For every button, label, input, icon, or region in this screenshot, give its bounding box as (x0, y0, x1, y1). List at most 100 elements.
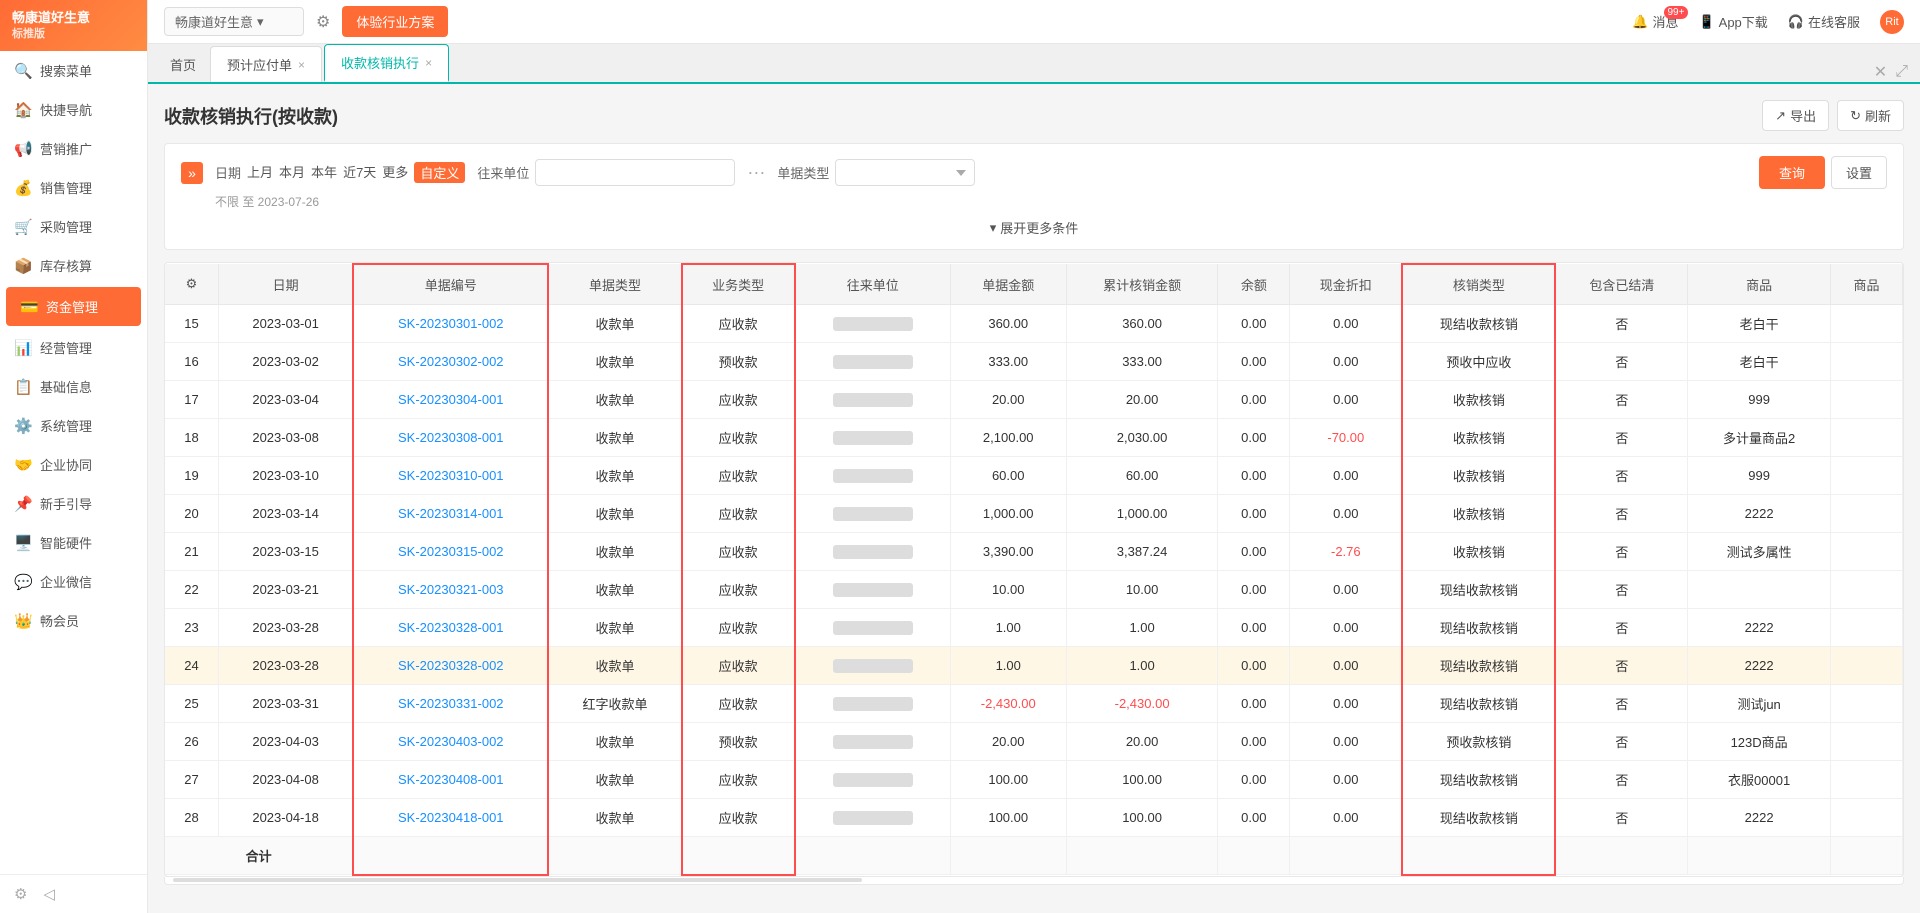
order-num-link[interactable]: SK-20230302-002 (398, 354, 504, 369)
td-balance: 0.00 (1218, 647, 1290, 685)
export-btn[interactable]: ↗ 导出 (1762, 100, 1829, 131)
this-year-btn[interactable]: 本年 (311, 162, 337, 183)
order-num-link[interactable]: SK-20230408-001 (398, 772, 504, 787)
td-no: 21 (165, 533, 219, 571)
td-date: 2023-03-08 (219, 419, 354, 457)
footer-cum-cancel (1066, 837, 1218, 875)
last-month-btn[interactable]: 上月 (247, 162, 273, 183)
td-cancel-type: 收款核销 (1402, 533, 1555, 571)
order-num-link[interactable]: SK-20230315-002 (398, 544, 504, 559)
sidebar-item-finance[interactable]: 💳资金管理 (6, 287, 141, 326)
sidebar-item-member[interactable]: 👑畅会员 (0, 601, 147, 640)
settings-btn[interactable]: 设置 (1831, 156, 1887, 189)
guide-icon: 📌 (14, 495, 32, 513)
company-selector[interactable]: 畅康道好生意 ▾ (164, 7, 304, 36)
custom-btn[interactable]: 自定义 (414, 162, 465, 183)
sidebar-item-search[interactable]: 🔍搜索菜单 (0, 51, 147, 90)
expand-more-btn[interactable]: ▾ 展开更多条件 (990, 218, 1079, 237)
service-item[interactable]: 🎧 在线客服 (1788, 12, 1860, 31)
scrollbar-area[interactable] (164, 877, 1904, 885)
sidebar-item-sales[interactable]: 💰销售管理 (0, 168, 147, 207)
masked-partner (833, 545, 913, 559)
close-window-icon[interactable]: ✕ (1874, 62, 1887, 82)
td-balance: 0.00 (1218, 799, 1290, 837)
sidebar-item-system[interactable]: ⚙️系统管理 (0, 406, 147, 445)
doctype-select[interactable] (835, 159, 975, 186)
sidebar-item-basic[interactable]: 📋基础信息 (0, 367, 147, 406)
order-num-link[interactable]: SK-20230308-001 (398, 430, 504, 445)
sidebar-item-wechat[interactable]: 💬企业微信 (0, 562, 147, 601)
sidebar-item-marketing[interactable]: 📢营销推广 (0, 129, 147, 168)
sidebar-item-purchase[interactable]: 🛒采购管理 (0, 207, 147, 246)
filter-dots[interactable]: ··· (747, 162, 765, 183)
data-table: ⚙ 日期 单据编号 单据类型 业务类型 往来单位 单据金额 累计核销金额 余额 … (165, 263, 1903, 876)
filter-toggle-btn[interactable]: » (181, 162, 203, 184)
order-num-link[interactable]: SK-20230403-002 (398, 734, 504, 749)
doctype-label: 单据类型 (777, 163, 829, 182)
user-avatar: Rit (1880, 10, 1904, 34)
order-num-link[interactable]: SK-20230328-002 (398, 658, 504, 673)
partner-input[interactable] (535, 159, 735, 186)
sidebar-item-hardware[interactable]: 🖥️智能硬件 (0, 523, 147, 562)
sidebar-item-quick-nav[interactable]: 🏠快捷导航 (0, 90, 147, 129)
order-num-link[interactable]: SK-20230304-001 (398, 392, 504, 407)
last7-btn[interactable]: 近7天 (343, 162, 376, 183)
query-btn[interactable]: 查询 (1759, 156, 1825, 189)
th-gear[interactable]: ⚙ (165, 264, 219, 305)
td-date: 2023-03-15 (219, 533, 354, 571)
sidebar-item-enterprise[interactable]: 🤝企业协同 (0, 445, 147, 484)
td-include-settled: 否 (1555, 457, 1687, 495)
td-cash-discount: -70.00 (1290, 419, 1403, 457)
td-order-num: SK-20230331-002 (353, 685, 548, 723)
maximize-icon[interactable]: ⤢ (1895, 63, 1908, 81)
td-balance: 0.00 (1218, 457, 1290, 495)
table-row: 20 2023-03-14 SK-20230314-001 收款单 应收款 1,… (165, 495, 1903, 533)
sidebar-item-guide[interactable]: 📌新手引导 (0, 484, 147, 523)
td-order-num: SK-20230308-001 (353, 419, 548, 457)
date-range-text: 不限 至 2023-07-26 (215, 193, 319, 210)
td-doc-type: 收款单 (548, 723, 681, 761)
td-order-num: SK-20230301-002 (353, 305, 548, 343)
td-date: 2023-03-02 (219, 343, 354, 381)
td-cash-discount: 0.00 (1290, 761, 1403, 799)
operation-label: 经营管理 (40, 338, 92, 357)
tab-collection-close[interactable]: × (425, 56, 432, 70)
tab-prepay[interactable]: 预计应付单 × (210, 46, 322, 82)
order-num-link[interactable]: SK-20230321-003 (398, 582, 504, 597)
settings-footer-icon[interactable]: ⚙ (14, 885, 27, 903)
order-num-link[interactable]: SK-20230331-002 (398, 696, 504, 711)
td-cum-cancel: -2,430.00 (1066, 685, 1218, 723)
td-goods: 2222 (1688, 495, 1831, 533)
td-partner (795, 533, 950, 571)
order-num-link[interactable]: SK-20230301-002 (398, 316, 504, 331)
table-row: 16 2023-03-02 SK-20230302-002 收款单 预收款 33… (165, 343, 1903, 381)
td-include-settled: 否 (1555, 799, 1687, 837)
tab-home[interactable]: 首页 (156, 47, 210, 82)
more-btn[interactable]: 更多 (382, 162, 408, 183)
tab-prepay-close[interactable]: × (298, 58, 305, 72)
this-month-btn[interactable]: 本月 (279, 162, 305, 183)
order-num-link[interactable]: SK-20230314-001 (398, 506, 504, 521)
collapse-footer-icon[interactable]: ◁ (43, 885, 55, 903)
order-num-link[interactable]: SK-20230310-001 (398, 468, 504, 483)
sidebar-item-operation[interactable]: 📊经营管理 (0, 328, 147, 367)
refresh-btn[interactable]: ↻ 刷新 (1837, 100, 1904, 131)
solution-btn[interactable]: 体验行业方案 (342, 6, 448, 37)
table-row: 23 2023-03-28 SK-20230328-001 收款单 应收款 1.… (165, 609, 1903, 647)
th-biz-type: 业务类型 (682, 264, 795, 305)
app-download-item[interactable]: 📱 App下载 (1698, 12, 1767, 31)
order-num-link[interactable]: SK-20230418-001 (398, 810, 504, 825)
td-biz-type: 应收款 (682, 685, 795, 723)
td-doc-type: 收款单 (548, 343, 681, 381)
order-num-link[interactable]: SK-20230328-001 (398, 620, 504, 635)
th-cash-discount: 现金折扣 (1290, 264, 1403, 305)
td-cash-discount: 0.00 (1290, 305, 1403, 343)
message-icon-item[interactable]: 🔔 消息 99+ (1632, 12, 1678, 31)
sidebar-item-inventory[interactable]: 📦库存核算 (0, 246, 147, 285)
td-date: 2023-03-04 (219, 381, 354, 419)
user-item[interactable]: Rit (1880, 10, 1904, 34)
tab-collection[interactable]: 收款核销执行 × (324, 44, 449, 82)
settings-gear-icon[interactable]: ⚙ (316, 12, 330, 32)
quick-nav-icon: 🏠 (14, 101, 32, 119)
td-cum-cancel: 20.00 (1066, 723, 1218, 761)
